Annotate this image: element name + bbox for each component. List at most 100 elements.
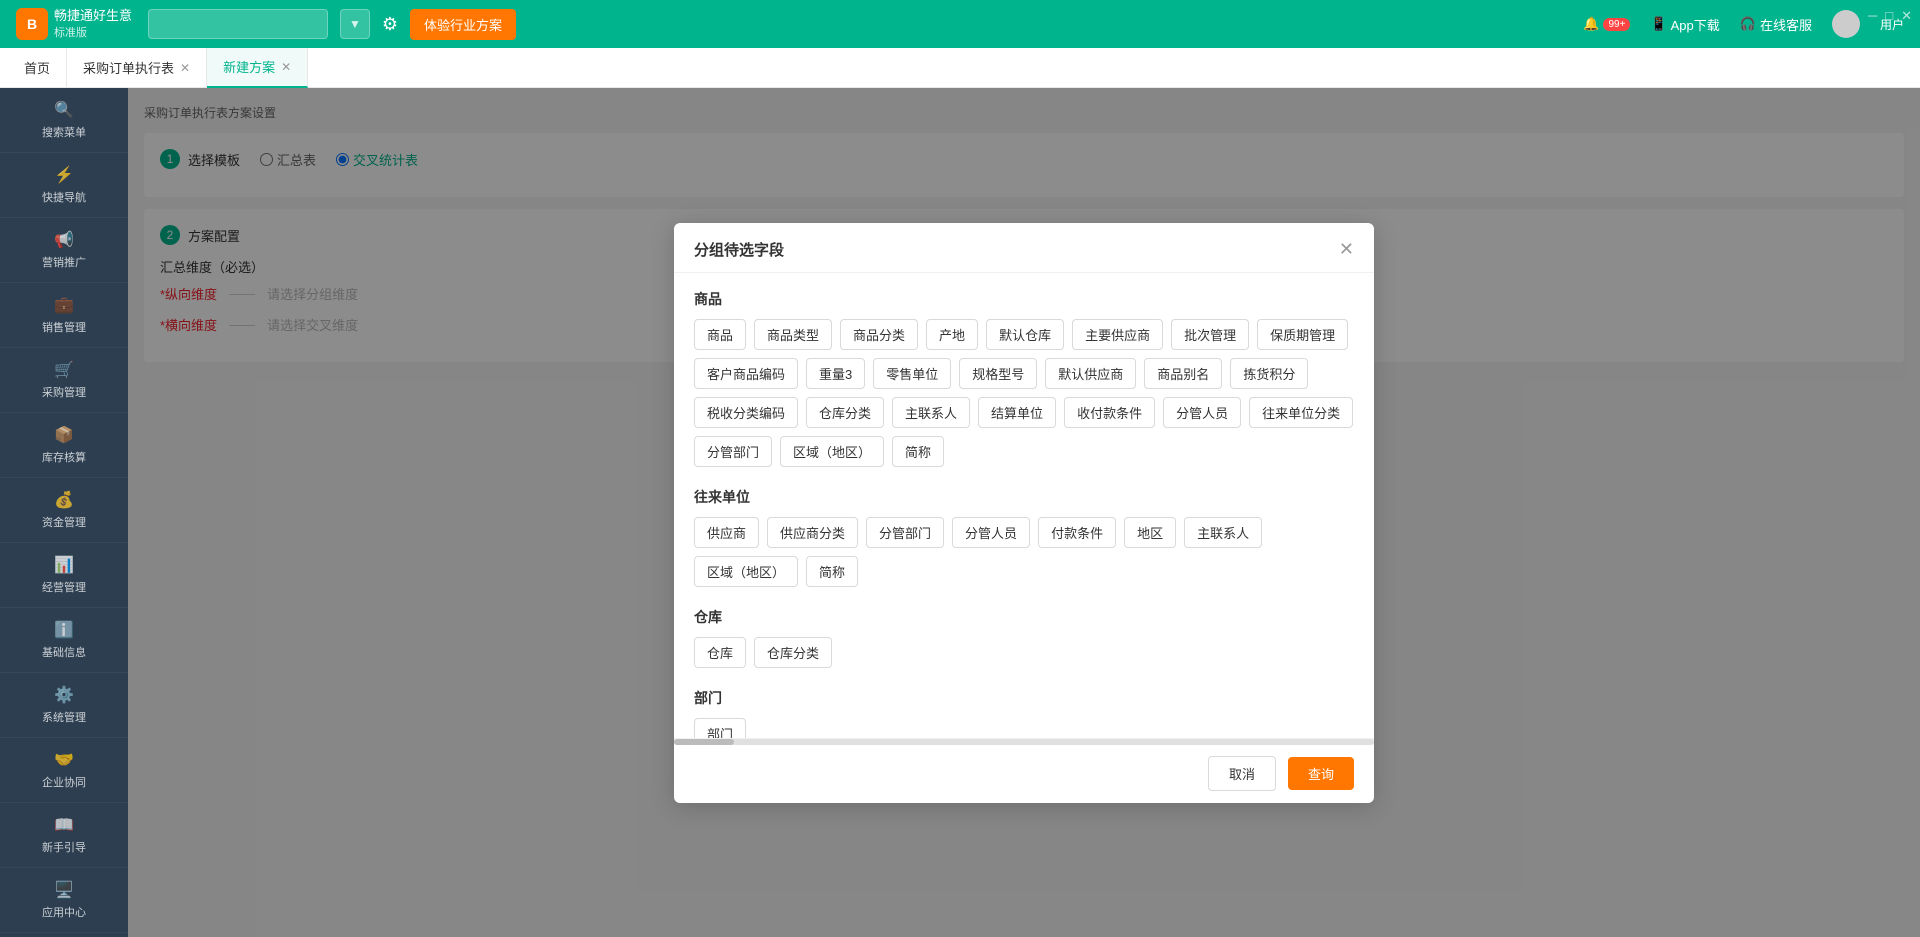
tab-home[interactable]: 首页 <box>8 48 67 88</box>
tab-new-plan-label: 新建方案 <box>223 57 275 76</box>
sidebar-item-collab[interactable]: 🤝 企业协同 <box>0 738 128 803</box>
field-tag-default-warehouse[interactable]: 默认仓库 <box>986 319 1064 350</box>
section-product-title: 商品 <box>694 289 1354 309</box>
purchase-icon: 🛒 <box>54 360 74 380</box>
app-download-item[interactable]: 📱 App下载 <box>1650 15 1719 34</box>
sidebar-label-appcenter: 应用中心 <box>42 904 86 920</box>
field-tag-region-product[interactable]: 区域（地区） <box>780 436 884 467</box>
field-tag-settlement-unit[interactable]: 结算单位 <box>978 397 1056 428</box>
field-tag-payment-condition[interactable]: 付款条件 <box>1038 517 1116 548</box>
field-tag-retail-unit[interactable]: 零售单位 <box>873 358 951 389</box>
sidebar-item-inventory[interactable]: 📦 库存核算 <box>0 413 128 478</box>
sidebar-item-guide[interactable]: 📖 新手引导 <box>0 803 128 868</box>
close-window-icon[interactable]: ✕ <box>1901 8 1912 24</box>
dropdown-label: ▼ <box>349 17 361 31</box>
basic-icon: ℹ️ <box>54 620 74 640</box>
bell-icon: 🔔 <box>1583 16 1599 32</box>
field-tag-area[interactable]: 地区 <box>1124 517 1176 548</box>
top-header: B 畅捷通好生意 标准版 ▼ ⚙ 体验行业方案 🔔 99+ 📱 App下载 🎧 … <box>0 0 1920 48</box>
experience-btn[interactable]: 体验行业方案 <box>410 9 516 40</box>
field-tag-supervising-staff[interactable]: 分管人员 <box>1163 397 1241 428</box>
sidebar-item-sales[interactable]: 💼 销售管理 <box>0 283 128 348</box>
online-service-item[interactable]: 🎧 在线客服 <box>1740 15 1812 34</box>
field-tag-default-supplier[interactable]: 默认供应商 <box>1045 358 1136 389</box>
marketing-icon: 📢 <box>54 230 74 250</box>
field-tag-origin[interactable]: 产地 <box>926 319 978 350</box>
maximize-icon[interactable]: □ <box>1885 8 1893 24</box>
field-tag-spec-model[interactable]: 规格型号 <box>959 358 1037 389</box>
field-tag-counterpart-category[interactable]: 往来单位分类 <box>1249 397 1353 428</box>
sidebar-item-wechat[interactable]: 💬 企业微信 <box>0 933 128 937</box>
sidebar-item-quicknav[interactable]: ⚡ 快捷导航 <box>0 153 128 218</box>
field-tag-main-supplier[interactable]: 主要供应商 <box>1072 319 1163 350</box>
field-tag-dept[interactable]: 部门 <box>694 718 746 738</box>
field-tag-supervising-person[interactable]: 分管人员 <box>952 517 1030 548</box>
field-tag-product-type[interactable]: 商品类型 <box>754 319 832 350</box>
field-tag-region-counterpart[interactable]: 区域（地区） <box>694 556 798 587</box>
field-tag-warehouse-class[interactable]: 仓库分类 <box>754 637 832 668</box>
logo-text: 畅捷通好生意 <box>54 8 132 24</box>
field-tag-quality-mgmt[interactable]: 保质期管理 <box>1257 319 1348 350</box>
header-search[interactable] <box>148 9 328 39</box>
header-dropdown[interactable]: ▼ <box>340 9 370 39</box>
section-product: 商品 商品 商品类型 商品分类 产地 默认仓库 主要供应商 批次管理 保质期管理… <box>694 289 1354 467</box>
guide-icon: 📖 <box>54 815 74 835</box>
field-tag-batch-mgmt[interactable]: 批次管理 <box>1171 319 1249 350</box>
field-tag-customer-code[interactable]: 客户商品编码 <box>694 358 798 389</box>
section-counterpart-title: 往来单位 <box>694 487 1354 507</box>
sidebar-label-inventory: 库存核算 <box>42 449 86 465</box>
field-tag-product-alias[interactable]: 商品别名 <box>1144 358 1222 389</box>
finance-icon: 💰 <box>54 490 74 510</box>
field-tag-payment-terms[interactable]: 收付款条件 <box>1064 397 1155 428</box>
settings-icon[interactable]: ⚙ <box>382 14 398 35</box>
field-tag-supplier[interactable]: 供应商 <box>694 517 759 548</box>
field-tag-tax-code[interactable]: 税收分类编码 <box>694 397 798 428</box>
modal-overlay: 分组待选字段 ✕ 商品 商品 商品类型 商品分类 产地 默认仓库 <box>128 88 1920 937</box>
notification-item[interactable]: 🔔 99+ <box>1583 16 1630 32</box>
confirm-button[interactable]: 查询 <box>1288 757 1354 790</box>
modal-hscroll[interactable] <box>674 738 1374 743</box>
sidebar-item-purchase[interactable]: 🛒 采购管理 <box>0 348 128 413</box>
field-tag-supplier-category[interactable]: 供应商分类 <box>767 517 858 548</box>
field-tag-main-contact-counterpart[interactable]: 主联系人 <box>1184 517 1262 548</box>
section-dept: 部门 部门 <box>694 688 1354 738</box>
sidebar-label-system: 系统管理 <box>42 709 86 725</box>
tab-bar: 首页 采购订单执行表 ✕ 新建方案 ✕ <box>0 48 1920 88</box>
sidebar-item-operation[interactable]: 📊 经营管理 <box>0 543 128 608</box>
field-tag-dept-product[interactable]: 分管部门 <box>694 436 772 467</box>
cancel-button[interactable]: 取消 <box>1208 756 1276 791</box>
sidebar-item-marketing[interactable]: 📢 营销推广 <box>0 218 128 283</box>
sidebar-item-appcenter[interactable]: 🖥️ 应用中心 <box>0 868 128 933</box>
online-service-label: 在线客服 <box>1760 15 1812 34</box>
search-input[interactable] <box>159 17 317 31</box>
sidebar-item-finance[interactable]: 💰 资金管理 <box>0 478 128 543</box>
avatar[interactable] <box>1832 10 1860 38</box>
field-tag-weight[interactable]: 重量3 <box>806 358 865 389</box>
field-tag-product[interactable]: 商品 <box>694 319 746 350</box>
field-tag-product-category[interactable]: 商品分类 <box>840 319 918 350</box>
field-tag-main-contact[interactable]: 主联系人 <box>892 397 970 428</box>
sidebar-label-search: 搜索菜单 <box>42 124 86 140</box>
sidebar-item-basic[interactable]: ℹ️ 基础信息 <box>0 608 128 673</box>
sidebar-item-search[interactable]: 🔍 搜索菜单 <box>0 88 128 153</box>
field-tag-pick-points[interactable]: 拣货积分 <box>1230 358 1308 389</box>
minimize-icon[interactable]: ─ <box>1868 8 1877 24</box>
hscroll-thumb[interactable] <box>674 739 734 745</box>
field-tag-short-name-product[interactable]: 简称 <box>892 436 944 467</box>
tab-purchase-close[interactable]: ✕ <box>180 61 190 75</box>
tab-new-plan[interactable]: 新建方案 ✕ <box>207 48 308 88</box>
field-tag-supervising-dept[interactable]: 分管部门 <box>866 517 944 548</box>
sidebar-item-system[interactable]: ⚙️ 系统管理 <box>0 673 128 738</box>
field-tag-short-name-counterpart[interactable]: 简称 <box>806 556 858 587</box>
field-tag-warehouse-category[interactable]: 仓库分类 <box>806 397 884 428</box>
sidebar-label-operation: 经营管理 <box>42 579 86 595</box>
section-product-tags: 商品 商品类型 商品分类 产地 默认仓库 主要供应商 批次管理 保质期管理 客户… <box>694 319 1354 467</box>
tab-home-label: 首页 <box>24 58 50 77</box>
field-tag-warehouse[interactable]: 仓库 <box>694 637 746 668</box>
modal-close-icon[interactable]: ✕ <box>1339 239 1354 260</box>
tab-new-plan-close[interactable]: ✕ <box>281 60 291 74</box>
logo-icon: B <box>16 8 48 40</box>
modal-body[interactable]: 商品 商品 商品类型 商品分类 产地 默认仓库 主要供应商 批次管理 保质期管理… <box>674 273 1374 738</box>
header-right: 🔔 99+ 📱 App下载 🎧 在线客服 用户 <box>1583 10 1904 38</box>
tab-purchase-order[interactable]: 采购订单执行表 ✕ <box>67 48 207 88</box>
